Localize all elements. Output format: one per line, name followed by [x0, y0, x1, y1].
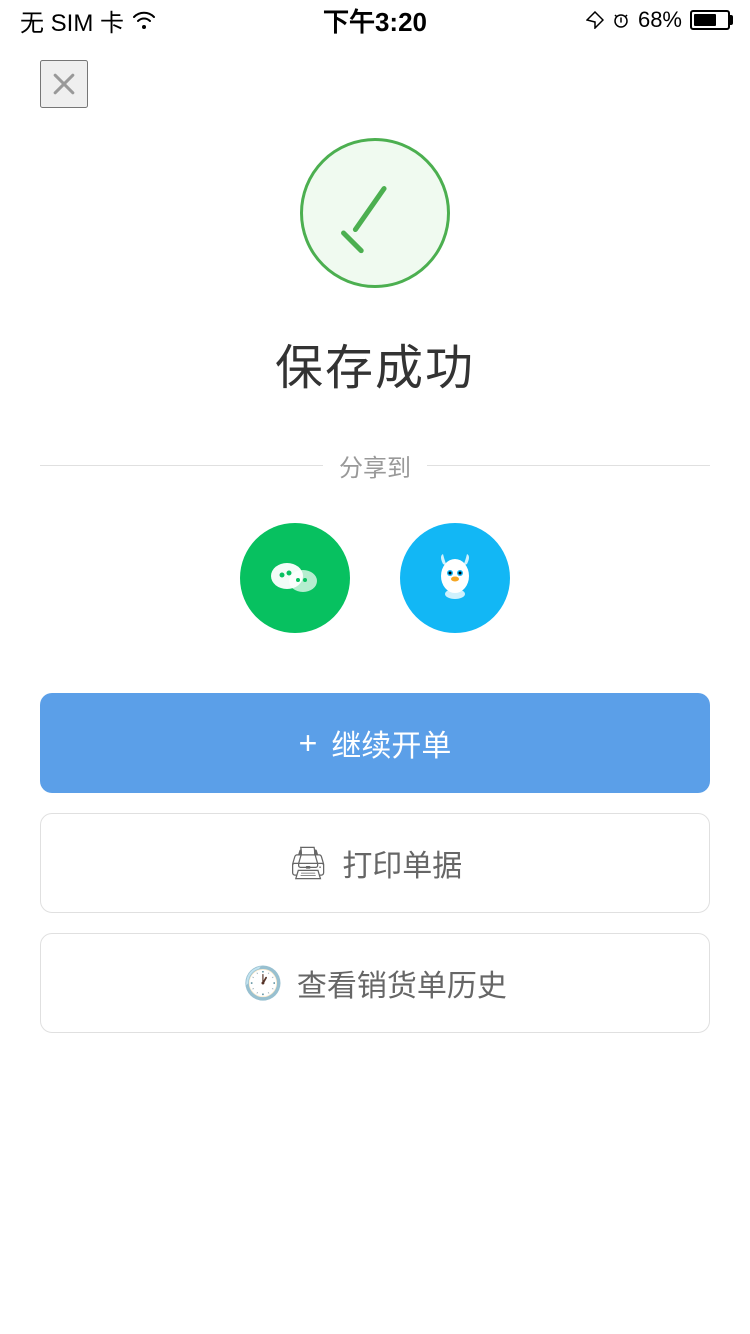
print-icon: 🖨	[288, 844, 329, 882]
continue-label: 继续开单	[331, 721, 451, 765]
action-buttons: + 继续开单 🖨 打印单据 🕐 查看销货单历史	[40, 693, 710, 1033]
qq-icon	[425, 548, 485, 608]
close-button[interactable]	[40, 60, 88, 108]
wifi-icon	[132, 11, 156, 29]
wechat-share-button[interactable]	[240, 523, 350, 633]
status-time: 下午3:20	[323, 2, 427, 39]
status-carrier: 无 SIM 卡	[20, 3, 156, 38]
history-button[interactable]: 🕐 查看销货单历史	[40, 933, 710, 1033]
wechat-icon	[265, 548, 325, 608]
checkmark-icon	[340, 186, 410, 241]
battery-indicator	[690, 10, 730, 30]
battery-percent: 68%	[638, 7, 682, 33]
clock-icon: 🕐	[243, 964, 283, 1002]
print-label: 打印单据	[342, 841, 462, 885]
divider-right	[427, 465, 710, 466]
history-label: 查看销货单历史	[297, 961, 507, 1005]
close-icon	[50, 70, 78, 98]
share-icons	[40, 523, 710, 633]
alarm-icon	[612, 11, 630, 29]
continue-button[interactable]: + 继续开单	[40, 693, 710, 793]
share-label: 分享到	[339, 448, 411, 483]
status-right: 68%	[586, 7, 730, 33]
status-bar: 无 SIM 卡 下午3:20 68%	[0, 0, 750, 40]
plus-icon: +	[299, 725, 318, 762]
share-divider: 分享到	[40, 448, 710, 483]
print-button[interactable]: 🖨 打印单据	[40, 813, 710, 913]
main-content: 保存成功 分享到	[0, 40, 750, 1073]
location-icon	[586, 11, 604, 29]
success-circle	[300, 138, 450, 288]
qq-share-button[interactable]	[400, 523, 510, 633]
divider-left	[40, 465, 323, 466]
success-title: 保存成功	[275, 328, 475, 398]
share-section: 分享到	[40, 448, 710, 633]
